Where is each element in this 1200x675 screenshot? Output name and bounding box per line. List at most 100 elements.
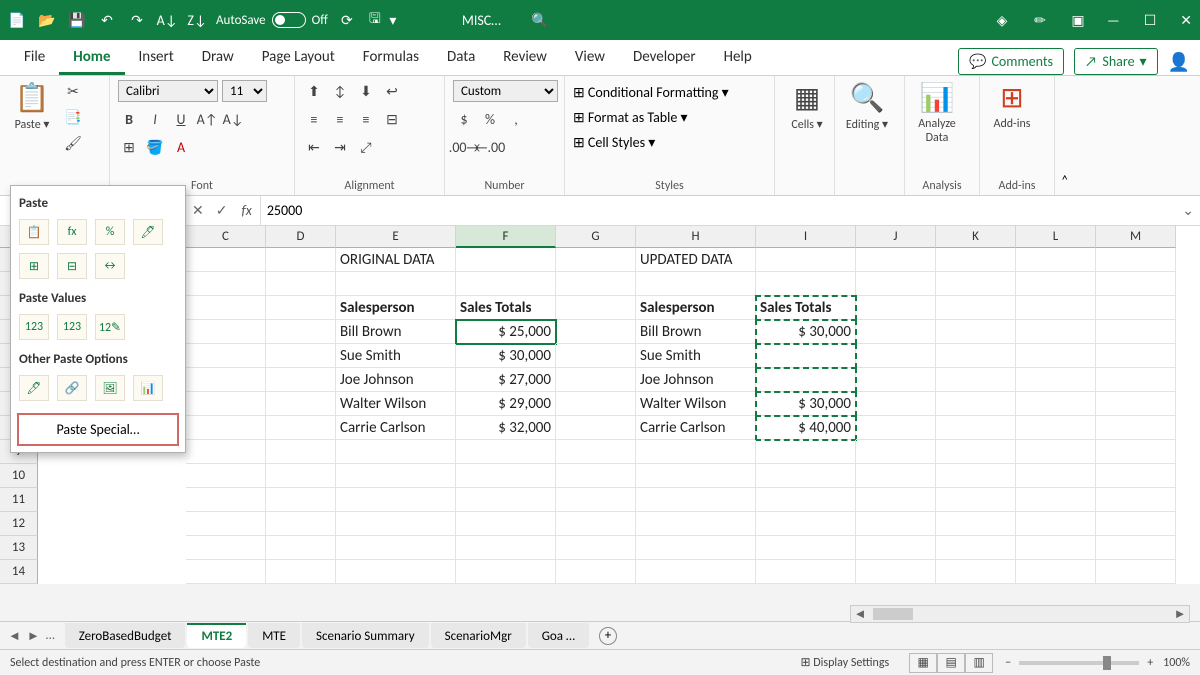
cell-J12[interactable] [856, 512, 936, 536]
enter-icon[interactable]: ✓ [210, 202, 234, 219]
cell-H3[interactable]: Salesperson [636, 296, 756, 320]
cell-I13[interactable] [756, 536, 856, 560]
cell-C5[interactable] [186, 344, 266, 368]
paste-option-3-icon[interactable]: % [95, 219, 125, 245]
bold-icon[interactable]: B [118, 108, 140, 130]
sheet-tab-4[interactable]: Scenario Summary [302, 623, 429, 648]
cell-L3[interactable] [1016, 296, 1096, 320]
cell-C4[interactable] [186, 320, 266, 344]
cell-L7[interactable] [1016, 392, 1096, 416]
col-header-D[interactable]: D [266, 226, 336, 248]
row-header-12[interactable]: 12 [0, 512, 38, 536]
cell-D11[interactable] [266, 488, 336, 512]
cell-E9[interactable] [336, 440, 456, 464]
align-top-icon[interactable]: ⬆ [303, 80, 325, 102]
borders-icon[interactable]: ⊞ [118, 136, 140, 158]
cell-K4[interactable] [936, 320, 1016, 344]
cell-H10[interactable] [636, 464, 756, 488]
cell-C7[interactable] [186, 392, 266, 416]
paste-option-4-icon[interactable]: 🖊 [133, 219, 163, 245]
cell-H8[interactable]: Carrie Carlson [636, 416, 756, 440]
cell-H6[interactable]: Joe Johnson [636, 368, 756, 392]
share-button[interactable]: ↗ Share ▾ [1074, 48, 1158, 75]
paste-button[interactable]: 📋 Paste ▾ [8, 80, 56, 132]
cell-D2[interactable] [266, 272, 336, 296]
conditional-formatting-button[interactable]: ⊞ Conditional Formatting ▾ [573, 84, 729, 101]
wrap-text-icon[interactable]: ↩ [381, 80, 403, 102]
cell-D9[interactable] [266, 440, 336, 464]
paste-values-2-icon[interactable]: 123 [57, 314, 87, 340]
collapse-ribbon-icon[interactable]: ˄ [1055, 166, 1075, 195]
format-painter-icon[interactable]: 🖌 [62, 132, 84, 154]
cell-G8[interactable] [556, 416, 636, 440]
cell-F3[interactable]: Sales Totals [456, 296, 556, 320]
cell-K1[interactable] [936, 248, 1016, 272]
cell-E14[interactable] [336, 560, 456, 584]
cell-M2[interactable] [1096, 272, 1176, 296]
paste-special-menu-item[interactable]: Paste Special… [17, 413, 179, 446]
paste-option-1-icon[interactable]: 📋 [19, 219, 49, 245]
col-header-F[interactable]: F [456, 226, 556, 248]
tab-page-layout[interactable]: Page Layout [248, 42, 349, 75]
row-header-14[interactable]: 14 [0, 560, 38, 584]
cell-J9[interactable] [856, 440, 936, 464]
col-header-J[interactable]: J [856, 226, 936, 248]
cell-I4[interactable]: $ 30,000 [756, 320, 856, 344]
cell-D1[interactable] [266, 248, 336, 272]
cell-C1[interactable] [186, 248, 266, 272]
zoom-in-icon[interactable]: + [1147, 656, 1153, 670]
zoom-out-icon[interactable]: − [1005, 656, 1011, 670]
cell-styles-button[interactable]: ⊞ Cell Styles ▾ [573, 134, 655, 151]
col-header-E[interactable]: E [336, 226, 456, 248]
increase-font-icon[interactable]: A↑ [196, 108, 218, 130]
cell-J13[interactable] [856, 536, 936, 560]
tab-view[interactable]: View [561, 42, 619, 75]
cell-I2[interactable] [756, 272, 856, 296]
copy-icon[interactable]: 📑 [62, 106, 84, 128]
cell-I5[interactable] [756, 344, 856, 368]
open-icon[interactable]: 📂 [38, 11, 56, 29]
tab-formulas[interactable]: Formulas [349, 42, 433, 75]
cell-I10[interactable] [756, 464, 856, 488]
cell-G2[interactable] [556, 272, 636, 296]
cell-D13[interactable] [266, 536, 336, 560]
save-icon[interactable]: 💾 [68, 11, 86, 29]
redo-icon[interactable]: ↷ [128, 11, 146, 29]
col-header-I[interactable]: I [756, 226, 856, 248]
cell-D3[interactable] [266, 296, 336, 320]
cell-K5[interactable] [936, 344, 1016, 368]
window-icon[interactable]: ▣ [1069, 11, 1087, 29]
paste-other-4-icon[interactable]: 📊 [133, 375, 163, 401]
paste-option-6-icon[interactable]: ⊟ [57, 253, 87, 279]
cell-L9[interactable] [1016, 440, 1096, 464]
tab-review[interactable]: Review [489, 42, 561, 75]
paste-values-1-icon[interactable]: 123 [19, 314, 49, 340]
cell-C14[interactable] [186, 560, 266, 584]
col-header-K[interactable]: K [936, 226, 1016, 248]
cell-F11[interactable] [456, 488, 556, 512]
cell-D4[interactable] [266, 320, 336, 344]
cell-C9[interactable] [186, 440, 266, 464]
decrease-indent-icon[interactable]: ⇤ [303, 136, 325, 158]
sheet-tab-3[interactable]: MTE [248, 623, 300, 648]
col-header-G[interactable]: G [556, 226, 636, 248]
underline-icon[interactable]: U [170, 108, 192, 130]
cell-K7[interactable] [936, 392, 1016, 416]
cell-L14[interactable] [1016, 560, 1096, 584]
sheet-tab-6[interactable]: Goa … [528, 623, 589, 648]
addins-button[interactable]: ⊞ Add-ins [988, 80, 1036, 131]
new-file-icon[interactable]: 📄 [8, 11, 26, 29]
paste-other-3-icon[interactable]: 🖼 [95, 375, 125, 401]
page-layout-icon[interactable]: ▤ [937, 653, 965, 673]
cell-E5[interactable]: Sue Smith [336, 344, 456, 368]
cell-C3[interactable] [186, 296, 266, 320]
tab-home[interactable]: Home [59, 42, 124, 75]
increase-indent-icon[interactable]: ⇥ [329, 136, 351, 158]
cell-L5[interactable] [1016, 344, 1096, 368]
cell-F2[interactable] [456, 272, 556, 296]
tab-developer[interactable]: Developer [619, 42, 710, 75]
cell-F12[interactable] [456, 512, 556, 536]
cell-L6[interactable] [1016, 368, 1096, 392]
cell-K8[interactable] [936, 416, 1016, 440]
cell-G14[interactable] [556, 560, 636, 584]
